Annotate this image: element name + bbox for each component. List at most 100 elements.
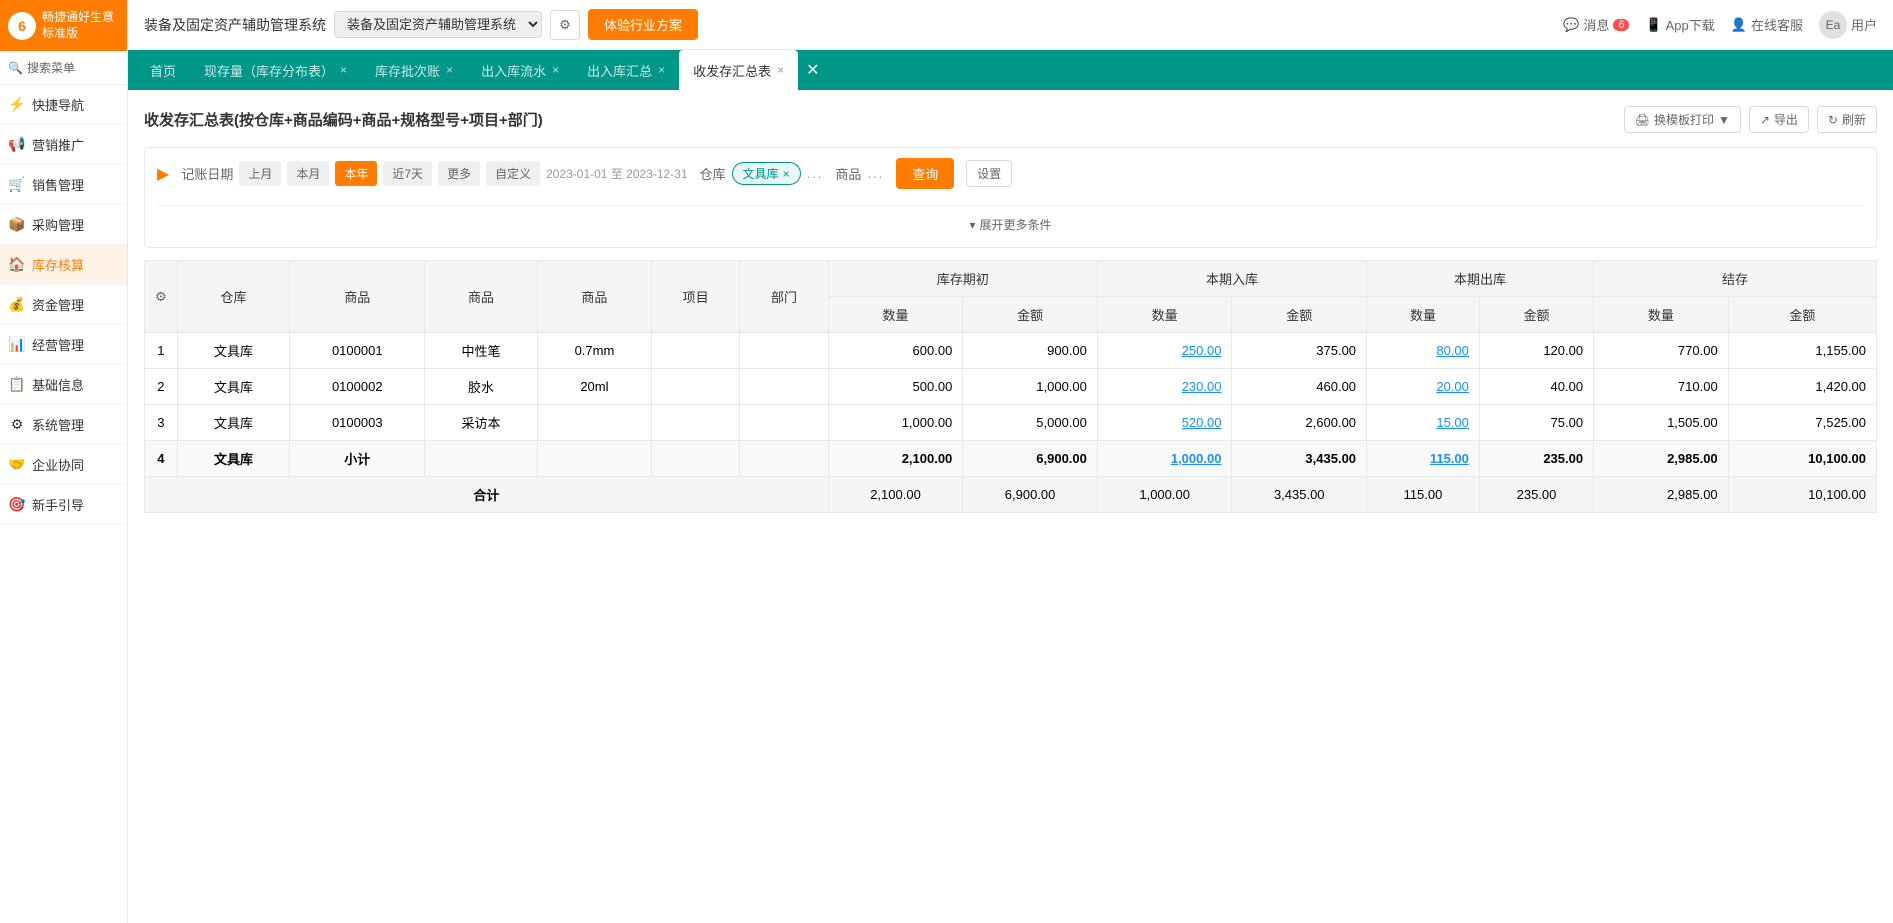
tab-close-batch[interactable]: × [446,63,453,77]
col-out-header: 本期出库 [1367,261,1594,297]
tab-summary[interactable]: 出入库汇总 × [573,50,679,90]
row3-spec [537,405,651,441]
filter-arrow[interactable]: ▶ [157,164,169,184]
subtotal-no: 4 [145,441,178,477]
subtotal-empty4 [740,441,828,477]
sidebar-item-finance[interactable]: 💰 资金管理 [0,285,127,325]
subtotal-out-qty-link[interactable]: 115.00 [1430,451,1469,466]
row3-in-amt: 2,600.00 [1232,405,1367,441]
table-settings-icon[interactable]: ⚙ [155,289,167,304]
tab-home[interactable]: 首页 [136,50,190,90]
expand-conditions-button[interactable]: ▾ 展开更多条件 [961,212,1059,237]
row3-out-qty-link[interactable]: 15.00 [1436,415,1469,430]
template-print-button[interactable]: 🖨 换模板打印 ▼ [1624,106,1741,133]
date-this-year[interactable]: 本年 [335,161,377,186]
subtotal-row: 4 文具库 小计 2,100.00 6,900.00 1,000.00 3,43… [145,441,1877,477]
filter-area: ▶ 记账日期 上月 本月 本年 近7天 更多 自定义 2023-01-01 至 … [144,147,1877,248]
col-settings-header[interactable]: ⚙ [145,261,178,333]
sidebar-item-quick-nav[interactable]: ⚡ 快捷导航 [0,85,127,125]
tab-close-all[interactable]: ✕ [806,60,819,80]
sidebar-item-newbie[interactable]: 🎯 新手引导 [0,485,127,525]
date-this-month[interactable]: 本月 [287,161,329,186]
goods-filter-group: 商品 ... [835,164,884,183]
tab-flow[interactable]: 出入库流水 × [467,50,573,90]
query-button[interactable]: 查询 [896,158,954,189]
tab-batch[interactable]: 库存批次账 × [361,50,467,90]
tab-inventory-dist[interactable]: 现存量（库存分布表） × [190,50,361,90]
sidebar-item-marketing[interactable]: 📢 营销推广 [0,125,127,165]
sub-open-qty: 数量 [828,297,963,333]
row3-out-amt: 75.00 [1479,405,1593,441]
user-menu[interactable]: Ea 用户 [1819,11,1877,39]
tab-close-collection[interactable]: × [777,63,784,77]
tab-close-flow[interactable]: × [552,63,559,77]
chevron-down-icon: ▾ [969,218,975,232]
sidebar-item-operations[interactable]: 📊 经营管理 [0,325,127,365]
row1-in-qty-link[interactable]: 250.00 [1182,343,1222,358]
messages-button[interactable]: 💬 消息 6 [1563,15,1629,34]
subtotal-label: 小计 [290,441,425,477]
row3-in-qty-link[interactable]: 520.00 [1182,415,1222,430]
row2-bal-qty: 710.00 [1594,369,1729,405]
warehouse-more-btn[interactable]: ... [807,166,824,181]
row1-open-amt: 900.00 [963,333,1098,369]
date-more[interactable]: 更多 [438,161,480,186]
row1-name: 中性笔 [425,333,538,369]
warehouse-tag[interactable]: 文具库 × [732,162,801,185]
sidebar: 6 畅捷通好生意 标准版 🔍 搜索菜单 ⚡ 快捷导航 📢 营销推广 🛒 销售管理… [0,0,128,923]
goods-more-btn[interactable]: ... [867,166,884,181]
trial-button[interactable]: 体验行业方案 [588,9,698,40]
date-custom[interactable]: 自定义 [486,161,540,186]
sidebar-item-enterprise[interactable]: 🤝 企业协同 [0,445,127,485]
sidebar-item-purchase[interactable]: 📦 采购管理 [0,205,127,245]
col-warehouse-header: 仓库 [177,261,290,333]
app-download-button[interactable]: 📱 App下载 [1645,15,1714,34]
sidebar-item-system[interactable]: ⚙ 系统管理 [0,405,127,445]
date-label: 记账日期 [181,164,233,183]
page-container: 收发存汇总表(按仓库+商品编码+商品+规格型号+项目+部门) 🖨 换模板打印 ▼… [128,90,1893,923]
purchase-icon: 📦 [8,216,26,234]
sidebar-item-inventory[interactable]: 🏠 库存核算 [0,245,127,285]
col-in-header: 本期入库 [1097,261,1366,297]
topbar-left: 装备及固定资产辅助管理系统 装备及固定资产辅助管理系统 ⚙ 体验行业方案 [144,9,698,40]
refresh-button[interactable]: ↻ 刷新 [1817,106,1877,133]
tab-close-summary[interactable]: × [658,63,665,77]
sidebar-search[interactable]: 🔍 搜索菜单 [0,51,127,85]
warehouse-tag-close[interactable]: × [783,167,790,181]
logo-text: 畅捷通好生意 标准版 [42,10,114,41]
row1-in-qty[interactable]: 250.00 [1097,333,1232,369]
date-last-month[interactable]: 上月 [239,161,281,186]
subtotal-in-qty-link[interactable]: 1,000.00 [1171,451,1222,466]
sidebar-item-sales[interactable]: 🛒 销售管理 [0,165,127,205]
row3-in-qty[interactable]: 520.00 [1097,405,1232,441]
row1-out-qty-link[interactable]: 80.00 [1436,343,1469,358]
inventory-icon: 🏠 [8,256,26,274]
online-service-button[interactable]: 👤 在线客服 [1731,15,1803,34]
refresh-icon: ↻ [1828,113,1838,127]
row2-out-qty-link[interactable]: 20.00 [1436,379,1469,394]
system-select[interactable]: 装备及固定资产辅助管理系统 [334,11,542,38]
gear-button[interactable]: ⚙ [550,10,580,40]
avatar: Ea [1819,11,1847,39]
sidebar-item-basic-info[interactable]: 📋 基础信息 [0,365,127,405]
row2-out-qty[interactable]: 20.00 [1367,369,1480,405]
tab-collection[interactable]: 收发存汇总表 × [679,50,798,90]
subtotal-warehouse: 文具库 [177,441,290,477]
col-project-header: 项目 [652,261,740,333]
export-button[interactable]: ↗ 导出 [1749,106,1809,133]
row2-no: 2 [145,369,178,405]
date-7days[interactable]: 近7天 [383,161,432,186]
warehouse-filter-group: 仓库 文具库 × ... [700,162,824,185]
table-row: 3 文具库 0100003 采访本 1,000.00 5,000.00 520.… [145,405,1877,441]
setting-button[interactable]: 设置 [966,160,1012,187]
sub-in-qty: 数量 [1097,297,1232,333]
page-title-actions: 🖨 换模板打印 ▼ ↗ 导出 ↻ 刷新 [1624,106,1877,133]
total-label: 合计 [145,477,829,513]
row2-in-qty[interactable]: 230.00 [1097,369,1232,405]
tab-close-inventory-dist[interactable]: × [340,63,347,77]
row2-spec: 20ml [537,369,651,405]
goods-filter-label: 商品 [835,164,861,183]
row3-out-qty[interactable]: 15.00 [1367,405,1480,441]
row1-out-qty[interactable]: 80.00 [1367,333,1480,369]
row2-in-qty-link[interactable]: 230.00 [1182,379,1222,394]
